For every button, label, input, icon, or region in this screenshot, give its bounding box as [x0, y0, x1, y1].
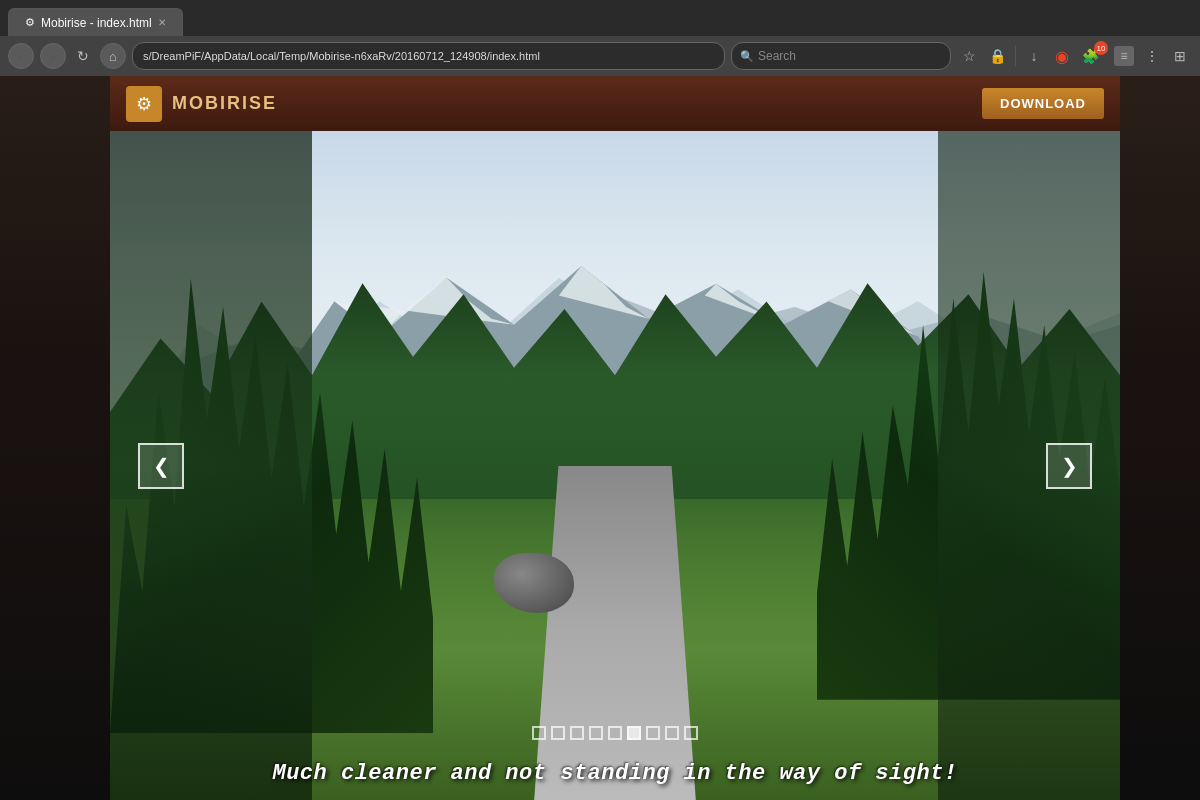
star-button[interactable]: ☆: [957, 44, 981, 68]
indicator-8[interactable]: [665, 726, 679, 740]
app-logo-icon: ⚙: [126, 86, 162, 122]
slide-caption: Much cleaner and not standing in the way…: [110, 757, 1120, 790]
address-bar[interactable]: s/DreamPiF/AppData/Local/Temp/Mobirise-n…: [132, 42, 725, 70]
indicator-9[interactable]: [684, 726, 698, 740]
search-icon: 🔍: [740, 50, 754, 63]
prev-icon: ❮: [153, 454, 170, 478]
sidebar-right-bg: [1120, 76, 1200, 800]
extension-with-badge: 🧩 10: [1078, 44, 1108, 68]
browser-chrome: ⚙ Mobirise - index.html ✕ ‹ › ↻ ⌂ s/Drea…: [0, 0, 1200, 76]
app-header: ⚙ MOBIRISE DOWNLOAD: [110, 76, 1120, 131]
sidebar-right: [1120, 76, 1200, 800]
menu-icon: ≡: [1114, 46, 1134, 66]
reload-icon: ↻: [77, 48, 89, 64]
lock-icon: 🔒: [989, 48, 1006, 64]
tab-bar: ⚙ Mobirise - index.html ✕: [0, 0, 1200, 36]
extra-button[interactable]: ⊞: [1168, 44, 1192, 68]
navigation-bar: ‹ › ↻ ⌂ s/DreamPiF/AppData/Local/Temp/Mo…: [0, 36, 1200, 76]
main-content: ⚙ MOBIRISE DOWNLOAD: [0, 76, 1200, 800]
notification-badge: 10: [1094, 41, 1108, 55]
star-icon: ☆: [963, 48, 976, 64]
slide-image: [110, 131, 1120, 800]
app-logo-text: MOBIRISE: [172, 93, 277, 114]
slide-indicators: [532, 726, 698, 740]
download-app-button[interactable]: DOWNLOAD: [982, 88, 1104, 119]
grid-icon: ⋮: [1145, 48, 1159, 64]
indicator-1[interactable]: [532, 726, 546, 740]
menu-button[interactable]: ≡: [1112, 44, 1136, 68]
home-button[interactable]: ⌂: [100, 43, 126, 69]
forward-icon: ›: [51, 49, 55, 64]
extra-icon: ⊞: [1174, 48, 1186, 64]
next-icon: ❯: [1061, 454, 1078, 478]
carousel-next-button[interactable]: ❯: [1046, 443, 1092, 489]
back-button[interactable]: ‹: [8, 43, 34, 69]
download-button[interactable]: ↓: [1022, 44, 1046, 68]
browser-viewport: ⚙ MOBIRISE DOWNLOAD: [110, 76, 1120, 800]
tab-label: Mobirise - index.html: [41, 16, 152, 30]
separator: [1015, 46, 1016, 66]
search-bar[interactable]: 🔍 Search: [731, 42, 951, 70]
browser-icon-btn[interactable]: ◉: [1050, 44, 1074, 68]
back-icon: ‹: [19, 49, 23, 64]
tab-favicon: ⚙: [25, 16, 35, 29]
sidebar-left-bg: [0, 76, 110, 800]
indicator-2[interactable]: [551, 726, 565, 740]
sidebar-left: [0, 76, 110, 800]
lock-button[interactable]: 🔒: [985, 44, 1009, 68]
address-text: s/DreamPiF/AppData/Local/Temp/Mobirise-n…: [143, 50, 540, 62]
indicator-5[interactable]: [608, 726, 622, 740]
extensions-panel-button[interactable]: ⋮: [1140, 44, 1164, 68]
indicator-3[interactable]: [570, 726, 584, 740]
indicator-7[interactable]: [646, 726, 660, 740]
slideshow: ❮ ❯ Much cleaner and not standing in the…: [110, 131, 1120, 800]
indicator-4[interactable]: [589, 726, 603, 740]
tab-close-button[interactable]: ✕: [158, 17, 166, 28]
active-tab[interactable]: ⚙ Mobirise - index.html ✕: [8, 8, 183, 36]
path-road: [534, 466, 696, 801]
forward-button[interactable]: ›: [40, 43, 66, 69]
slide-canvas: [110, 131, 1120, 800]
home-icon: ⌂: [109, 49, 117, 64]
search-placeholder: Search: [758, 49, 796, 63]
indicator-6[interactable]: [627, 726, 641, 740]
toolbar-icons: ☆ 🔒 ↓ ◉ 🧩 10 ≡ ⋮: [957, 44, 1192, 68]
right-tree-shadow: [938, 131, 1120, 800]
download-icon: ↓: [1031, 48, 1038, 64]
carousel-prev-button[interactable]: ❮: [138, 443, 184, 489]
reload-button[interactable]: ↻: [72, 46, 94, 66]
gear-icon: ⚙: [136, 93, 152, 115]
browser-logo-icon: ◉: [1055, 47, 1069, 66]
